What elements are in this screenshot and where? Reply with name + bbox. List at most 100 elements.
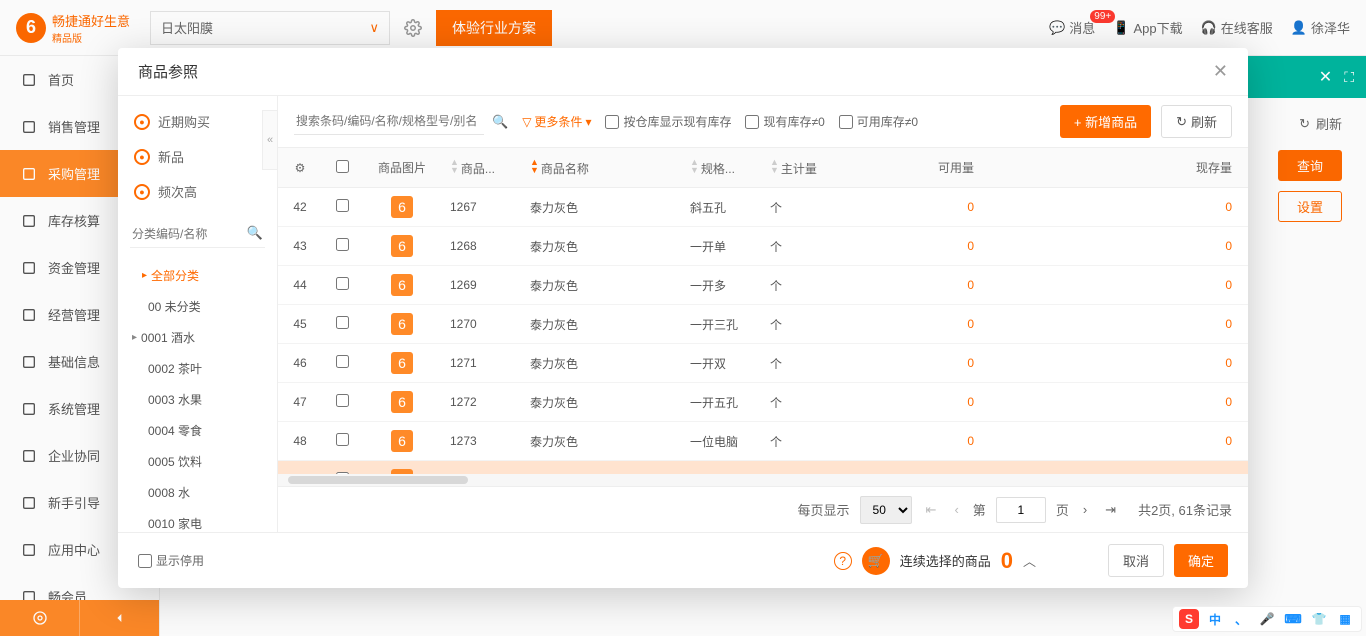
table-row[interactable]: 47 6 1272 泰力灰色 一开五孔 个 0 0: [278, 383, 1248, 422]
row-stock: 0: [982, 188, 1248, 227]
col-stock[interactable]: 现存量: [982, 148, 1248, 188]
refresh-button[interactable]: ↻刷新: [1161, 105, 1232, 138]
page-next-icon[interactable]: ›: [1079, 502, 1091, 517]
bullet-icon: ●: [134, 184, 150, 200]
row-spec: 一位电视: [682, 461, 762, 475]
cart-icon[interactable]: 🛒: [862, 547, 890, 575]
category-root[interactable]: 全部分类: [130, 260, 265, 291]
row-code: 1269: [442, 266, 522, 305]
category-node[interactable]: 0003 水果: [130, 384, 265, 415]
category-node[interactable]: 0010 家电: [130, 508, 265, 532]
row-checkbox[interactable]: [322, 227, 362, 266]
table-row[interactable]: 43 6 1268 泰力灰色 一开单 个 0 0: [278, 227, 1248, 266]
col-settings[interactable]: ⚙: [278, 148, 322, 188]
row-unit: 个: [762, 266, 832, 305]
row-unit: 个: [762, 344, 832, 383]
table-row[interactable]: 44 6 1269 泰力灰色 一开多 个 0 0: [278, 266, 1248, 305]
row-checkbox[interactable]: [322, 188, 362, 227]
row-spec: 斜五孔: [682, 188, 762, 227]
selected-label: 连续选择的商品: [900, 551, 991, 570]
ime-skin-icon[interactable]: 👕: [1309, 609, 1329, 629]
category-node[interactable]: 0004 零食: [130, 415, 265, 446]
page-prev-icon[interactable]: ‹: [950, 502, 962, 517]
quick-filter-0[interactable]: ●近期购买: [130, 104, 265, 139]
help-icon[interactable]: ?: [834, 552, 852, 570]
add-product-button[interactable]: + 新增商品: [1060, 105, 1151, 138]
col-name[interactable]: ▲▼商品名称: [522, 148, 682, 188]
row-code: 1270: [442, 305, 522, 344]
product-image-icon: 6: [391, 235, 413, 257]
collapse-left-icon[interactable]: «: [262, 110, 278, 170]
table-row[interactable]: 42 6 1267 泰力灰色 斜五孔 个 0 0: [278, 188, 1248, 227]
row-checkbox[interactable]: [322, 305, 362, 344]
checkbox-avail-nonzero[interactable]: 可用库存≠0: [839, 113, 918, 130]
row-checkbox[interactable]: [322, 422, 362, 461]
row-checkbox[interactable]: [322, 383, 362, 422]
row-stock: 0: [982, 383, 1248, 422]
col-image[interactable]: 商品图片: [362, 148, 442, 188]
page-suffix: 页: [1056, 500, 1069, 519]
row-checkbox[interactable]: [322, 344, 362, 383]
more-conditions-toggle[interactable]: ▽ 更多条件 ▾: [522, 113, 591, 130]
col-spec[interactable]: ▲▼规格...: [682, 148, 762, 188]
close-icon[interactable]: ✕: [1213, 61, 1228, 82]
category-node[interactable]: 0001 酒水: [130, 322, 265, 353]
col-unit[interactable]: ▲▼主计量: [762, 148, 832, 188]
row-spec: 一开五孔: [682, 383, 762, 422]
search-icon[interactable]: 🔍: [492, 114, 508, 130]
col-code[interactable]: ▲▼商品...: [442, 148, 522, 188]
col-avail[interactable]: 可用量: [832, 148, 982, 188]
modal-title: 商品参照: [138, 61, 198, 82]
page-input[interactable]: [996, 497, 1046, 523]
row-unit: 个: [762, 383, 832, 422]
category-search-input[interactable]: [130, 221, 265, 248]
page-last-icon[interactable]: ⇥: [1101, 502, 1120, 518]
ime-mic-icon[interactable]: 🎤: [1257, 609, 1277, 629]
table-row[interactable]: 49 6 1274 泰力灰色 一位电视 个 0 0: [278, 461, 1248, 475]
product-image-icon: 6: [391, 196, 413, 218]
row-image: 6: [362, 266, 442, 305]
row-spec: 一开三孔: [682, 305, 762, 344]
category-node[interactable]: 0008 水: [130, 477, 265, 508]
quick-label: 近期购买: [158, 112, 210, 131]
quick-filter-2[interactable]: ●频次高: [130, 174, 265, 209]
row-index: 45: [278, 305, 322, 344]
table-row[interactable]: 48 6 1273 泰力灰色 一位电脑 个 0 0: [278, 422, 1248, 461]
cancel-button[interactable]: 取消: [1108, 544, 1164, 577]
row-index: 42: [278, 188, 322, 227]
row-avail: 0: [832, 461, 982, 475]
show-disabled-checkbox[interactable]: 显示停用: [138, 552, 204, 569]
page-info: 共2页, 61条记录: [1138, 500, 1232, 519]
col-checkbox[interactable]: [322, 148, 362, 188]
product-image-icon: 6: [391, 274, 413, 296]
category-node[interactable]: 00 未分类: [130, 291, 265, 322]
row-index: 47: [278, 383, 322, 422]
search-icon[interactable]: 🔍: [247, 225, 263, 241]
per-page-select[interactable]: 50: [860, 496, 912, 524]
row-name: 泰力灰色: [522, 383, 682, 422]
modal-header: 商品参照 ✕: [118, 48, 1248, 96]
category-node[interactable]: 0005 饮料: [130, 446, 265, 477]
ime-punct[interactable]: 、: [1231, 609, 1251, 629]
chevron-up-icon[interactable]: ︿: [1023, 551, 1036, 570]
row-index: 44: [278, 266, 322, 305]
checkbox-warehouse-stock[interactable]: 按仓库显示现有库存: [605, 113, 731, 130]
page-first-icon[interactable]: ⇤: [922, 502, 941, 518]
product-search-input[interactable]: [294, 108, 484, 135]
row-checkbox[interactable]: [322, 266, 362, 305]
category-node[interactable]: 0002 茶叶: [130, 353, 265, 384]
row-checkbox[interactable]: [322, 461, 362, 475]
ime-keyboard-icon[interactable]: ⌨: [1283, 609, 1303, 629]
table-scroll[interactable]: ⚙ 商品图片 ▲▼商品... ▲▼商品名称 ▲▼规格... ▲▼主计量 可用量 …: [278, 148, 1248, 474]
table-row[interactable]: 46 6 1271 泰力灰色 一开双 个 0 0: [278, 344, 1248, 383]
product-image-icon: 6: [391, 313, 413, 335]
ime-toolbox-icon[interactable]: ▦: [1335, 609, 1355, 629]
checkbox-stock-nonzero[interactable]: 现有库存≠0: [745, 113, 824, 130]
ok-button[interactable]: 确定: [1174, 544, 1228, 577]
horizontal-scrollbar[interactable]: [278, 474, 1248, 486]
table-row[interactable]: 45 6 1270 泰力灰色 一开三孔 个 0 0: [278, 305, 1248, 344]
modal-left-panel: ●近期购买●新品●频次高 « 🔍 全部分类 00 未分类0001 酒水0002 …: [118, 96, 278, 532]
row-unit: 个: [762, 188, 832, 227]
ime-lang[interactable]: 中: [1205, 609, 1225, 629]
quick-filter-1[interactable]: ●新品: [130, 139, 265, 174]
